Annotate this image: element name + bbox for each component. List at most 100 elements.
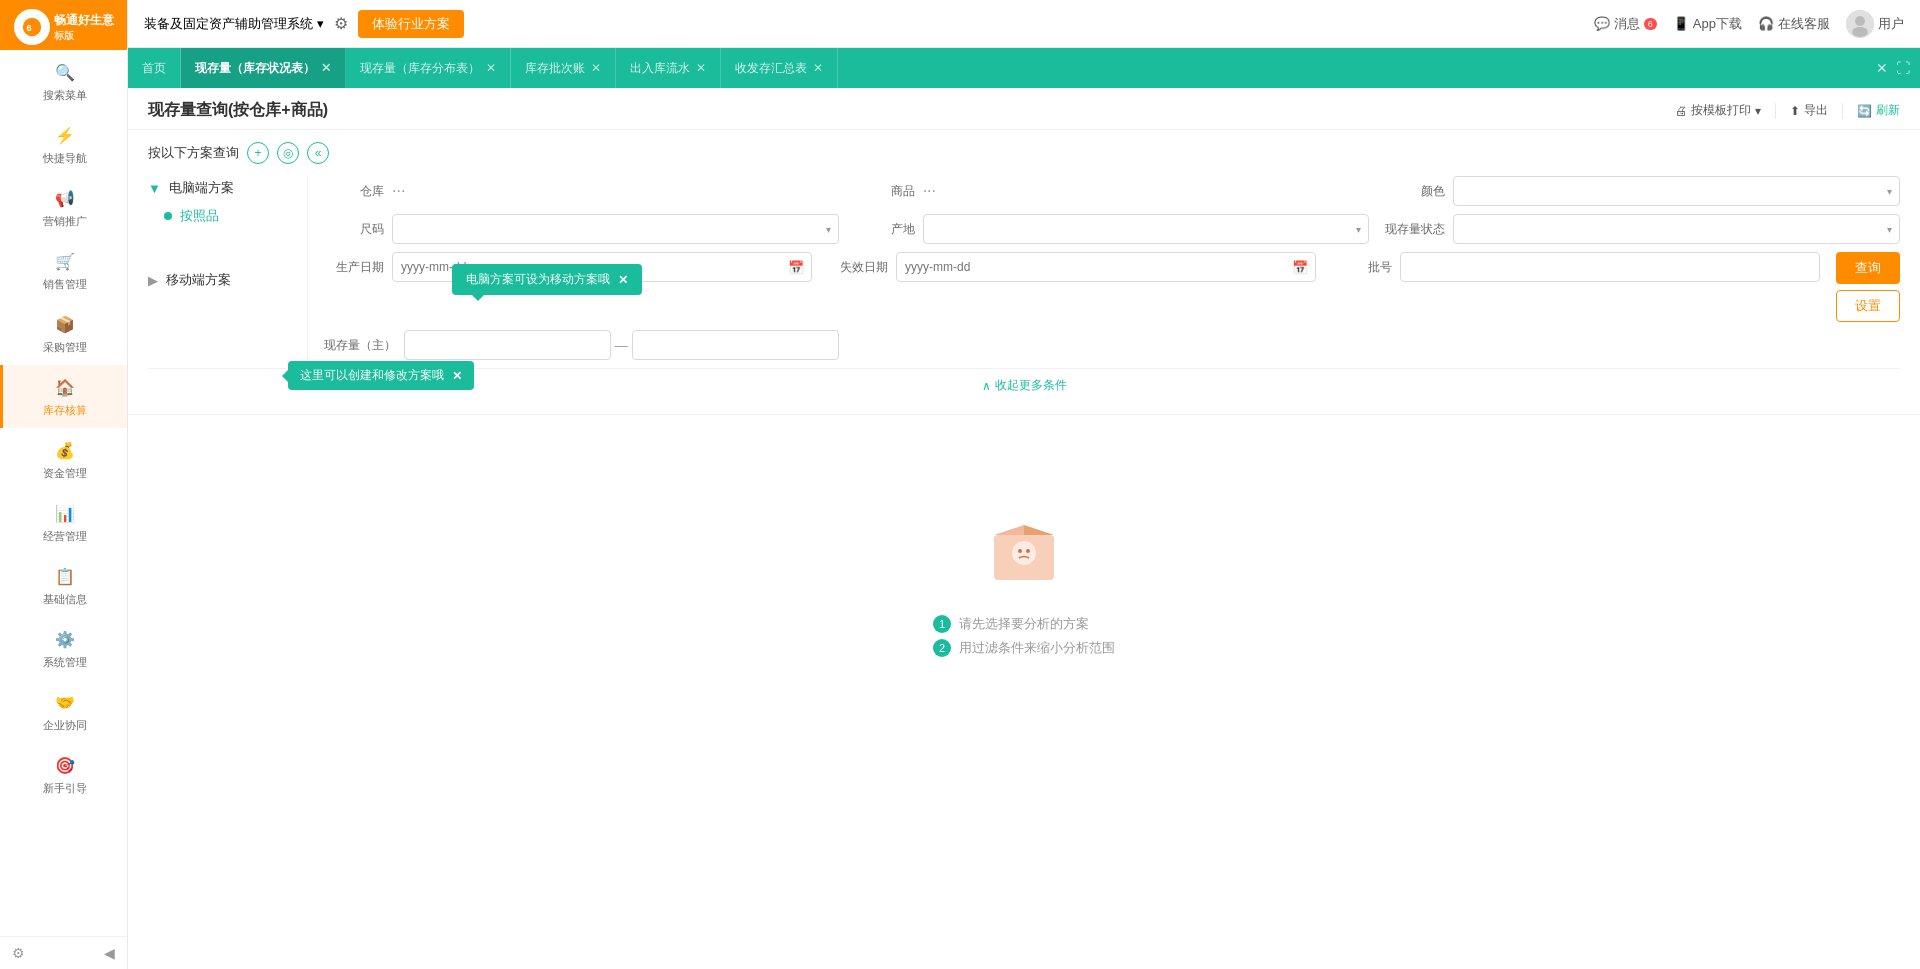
- sidebar-item-marketing[interactable]: 📢 营销推广: [0, 176, 127, 239]
- tab-close-all-icon[interactable]: ✕: [1876, 60, 1888, 76]
- tab-close-icon[interactable]: ✕: [813, 61, 823, 75]
- tabs-bar: 首页 现存量（库存状况表） ✕ 现存量（库存分布表） ✕ 库存批次账 ✕ 出入库…: [128, 48, 1920, 88]
- sidebar-nav: 🔍 搜索菜单 ⚡ 快捷导航 📢 营销推广 🛒 销售管理 📦 采购管理 🏠 库存核…: [0, 50, 127, 936]
- sidebar-item-guide[interactable]: 🎯 新手引导: [0, 743, 127, 806]
- scheme-panel: ▼ 电脑端方案 按照品 这里可以创建和修改方案哦 ✕: [148, 176, 308, 360]
- filter-label: 按以下方案查询: [148, 144, 239, 162]
- system-name-dropdown[interactable]: 装备及固定资产辅助管理系统 ▾: [144, 15, 324, 33]
- filter-origin: 产地: [855, 214, 1370, 244]
- filter-header: 按以下方案查询 + ◎ « 电脑方案可设为移动方案哦 ✕: [148, 142, 1900, 164]
- stock-main-from[interactable]: [404, 330, 611, 360]
- tab-fullscreen-icon[interactable]: ⛶: [1896, 60, 1910, 76]
- calendar-icon[interactable]: 📅: [788, 260, 804, 275]
- hint-text-1: 请先选择要分析的方案: [959, 615, 1089, 633]
- tabs-right: ✕ ⛶: [1866, 60, 1920, 76]
- export-label: 导出: [1804, 102, 1828, 119]
- scheme-desktop-header[interactable]: ▼ 电脑端方案: [148, 176, 295, 200]
- sidebar-item-label: 资金管理: [43, 466, 87, 481]
- tab-home-label: 首页: [142, 60, 166, 77]
- sidebar-item-sales[interactable]: 🛒 销售管理: [0, 239, 127, 302]
- mobile-scheme-label: 移动端方案: [166, 271, 231, 289]
- tab-home[interactable]: 首页: [128, 48, 181, 88]
- size-select[interactable]: [392, 214, 839, 244]
- tab-inventory-dist[interactable]: 现存量（库存分布表） ✕: [346, 48, 511, 88]
- print-icon: 🖨: [1675, 104, 1687, 118]
- scheme-mobile-section: ▶ 移动端方案: [148, 268, 295, 292]
- tab-close-icon[interactable]: ✕: [591, 61, 601, 75]
- reset-btn[interactable]: 设置: [1836, 290, 1900, 322]
- empty-hint-2: 2 用过滤条件来缩小分析范围: [933, 639, 1115, 657]
- sidebar-item-label: 搜索菜单: [43, 88, 87, 103]
- system-name: 装备及固定资产辅助管理系统: [144, 15, 313, 33]
- expire-date-input[interactable]: [896, 252, 1316, 282]
- tab-close-icon[interactable]: ✕: [321, 61, 331, 75]
- tooltip-close-icon[interactable]: ✕: [452, 369, 462, 383]
- search-menu-icon: 🔍: [53, 60, 77, 84]
- header-left: 装备及固定资产辅助管理系统 ▾ ⚙ 体验行业方案: [144, 10, 464, 38]
- template-print-label: 按模板打印: [1691, 102, 1751, 119]
- template-print-btn[interactable]: 🖨 按模板打印 ▾: [1675, 102, 1761, 119]
- tab-in-out-flow[interactable]: 出入库流水 ✕: [616, 48, 721, 88]
- origin-select[interactable]: [923, 214, 1370, 244]
- scheme-dot: [164, 212, 172, 220]
- tooltip-close-icon[interactable]: ✕: [618, 273, 628, 287]
- scheme-node-item[interactable]: 按照品: [164, 204, 295, 228]
- expire-date-wrap: 📅: [896, 252, 1316, 282]
- collapse-sidebar-icon[interactable]: ◀: [104, 945, 115, 961]
- calendar-icon[interactable]: 📅: [1292, 260, 1308, 275]
- desktop-arrow-icon: ▼: [148, 181, 161, 196]
- page-header: 现存量查询(按仓库+商品) 🖨 按模板打印 ▾ ⬆ 导出 🔄 刷新: [128, 88, 1920, 130]
- refresh-btn[interactable]: 🔄 刷新: [1857, 102, 1900, 119]
- settings-icon[interactable]: ⚙: [12, 945, 25, 961]
- sidebar-item-system[interactable]: ⚙️ 系统管理: [0, 617, 127, 680]
- service-item[interactable]: 🎧 在线客服: [1758, 15, 1830, 33]
- filter-color: 颜色: [1385, 176, 1900, 206]
- logo-title: 畅通好生意: [54, 12, 114, 29]
- sidebar-item-finance[interactable]: 💰 资金管理: [0, 428, 127, 491]
- message-item[interactable]: 💬 消息 6: [1594, 15, 1657, 33]
- filter-stock-main: 现存量（主） —: [324, 330, 839, 360]
- tab-close-icon[interactable]: ✕: [486, 61, 496, 75]
- color-select[interactable]: [1453, 176, 1900, 206]
- goods-dots[interactable]: ···: [923, 182, 936, 200]
- filter-refresh-btn[interactable]: «: [307, 142, 329, 164]
- scheme-mobile-header[interactable]: ▶ 移动端方案: [148, 268, 295, 292]
- message-icon: 💬: [1594, 16, 1610, 31]
- tab-batch-account[interactable]: 库存批次账 ✕: [511, 48, 616, 88]
- hint-icon-1: 1: [933, 615, 951, 633]
- user-item[interactable]: 用户: [1846, 10, 1904, 38]
- filter-edit-btn[interactable]: ◎: [277, 142, 299, 164]
- operations-icon: 📊: [53, 501, 77, 525]
- app-download-item[interactable]: 📱 App下载: [1673, 15, 1742, 33]
- sidebar-item-quick-nav[interactable]: ⚡ 快捷导航: [0, 113, 127, 176]
- desktop-scheme-label: 电脑端方案: [169, 179, 234, 197]
- sidebar-footer: ⚙ ◀: [0, 936, 127, 969]
- sidebar-item-purchase[interactable]: 📦 采购管理: [0, 302, 127, 365]
- sidebar-item-inventory[interactable]: 🏠 库存核算: [0, 365, 127, 428]
- filter-add-btn[interactable]: +: [247, 142, 269, 164]
- svg-point-7: [1018, 549, 1022, 553]
- system-icon: ⚙️: [53, 627, 77, 651]
- sidebar-item-search-menu[interactable]: 🔍 搜索菜单: [0, 50, 127, 113]
- search-btn[interactable]: 查询: [1836, 252, 1900, 284]
- sidebar-item-basic[interactable]: 📋 基础信息: [0, 554, 127, 617]
- sidebar-item-label: 企业协同: [43, 718, 87, 733]
- divider: [1775, 103, 1776, 119]
- export-btn[interactable]: ⬆ 导出: [1790, 102, 1828, 119]
- industry-btn[interactable]: 体验行业方案: [358, 10, 464, 38]
- sidebar-item-enterprise[interactable]: 🤝 企业协同: [0, 680, 127, 743]
- size-label: 尺码: [324, 221, 384, 238]
- warehouse-dots[interactable]: ···: [392, 182, 405, 200]
- stock-main-to[interactable]: [632, 330, 839, 360]
- action-buttons: 查询 设置: [1836, 252, 1900, 322]
- stock-status-select[interactable]: [1453, 214, 1900, 244]
- tab-collect-dispatch[interactable]: 收发存汇总表 ✕: [721, 48, 838, 88]
- batch-no-input[interactable]: [1400, 252, 1820, 282]
- sidebar-item-operations[interactable]: 📊 经营管理: [0, 491, 127, 554]
- filter-row-1: 仓库 ··· 商品 ··· 颜色: [324, 176, 1900, 206]
- tab-inventory-status[interactable]: 现存量（库存状况表） ✕: [181, 48, 346, 88]
- tab-close-icon[interactable]: ✕: [696, 61, 706, 75]
- header-settings-icon[interactable]: ⚙: [334, 14, 348, 33]
- sidebar-item-label: 系统管理: [43, 655, 87, 670]
- filter-body: ▼ 电脑端方案 按照品 这里可以创建和修改方案哦 ✕: [148, 176, 1900, 360]
